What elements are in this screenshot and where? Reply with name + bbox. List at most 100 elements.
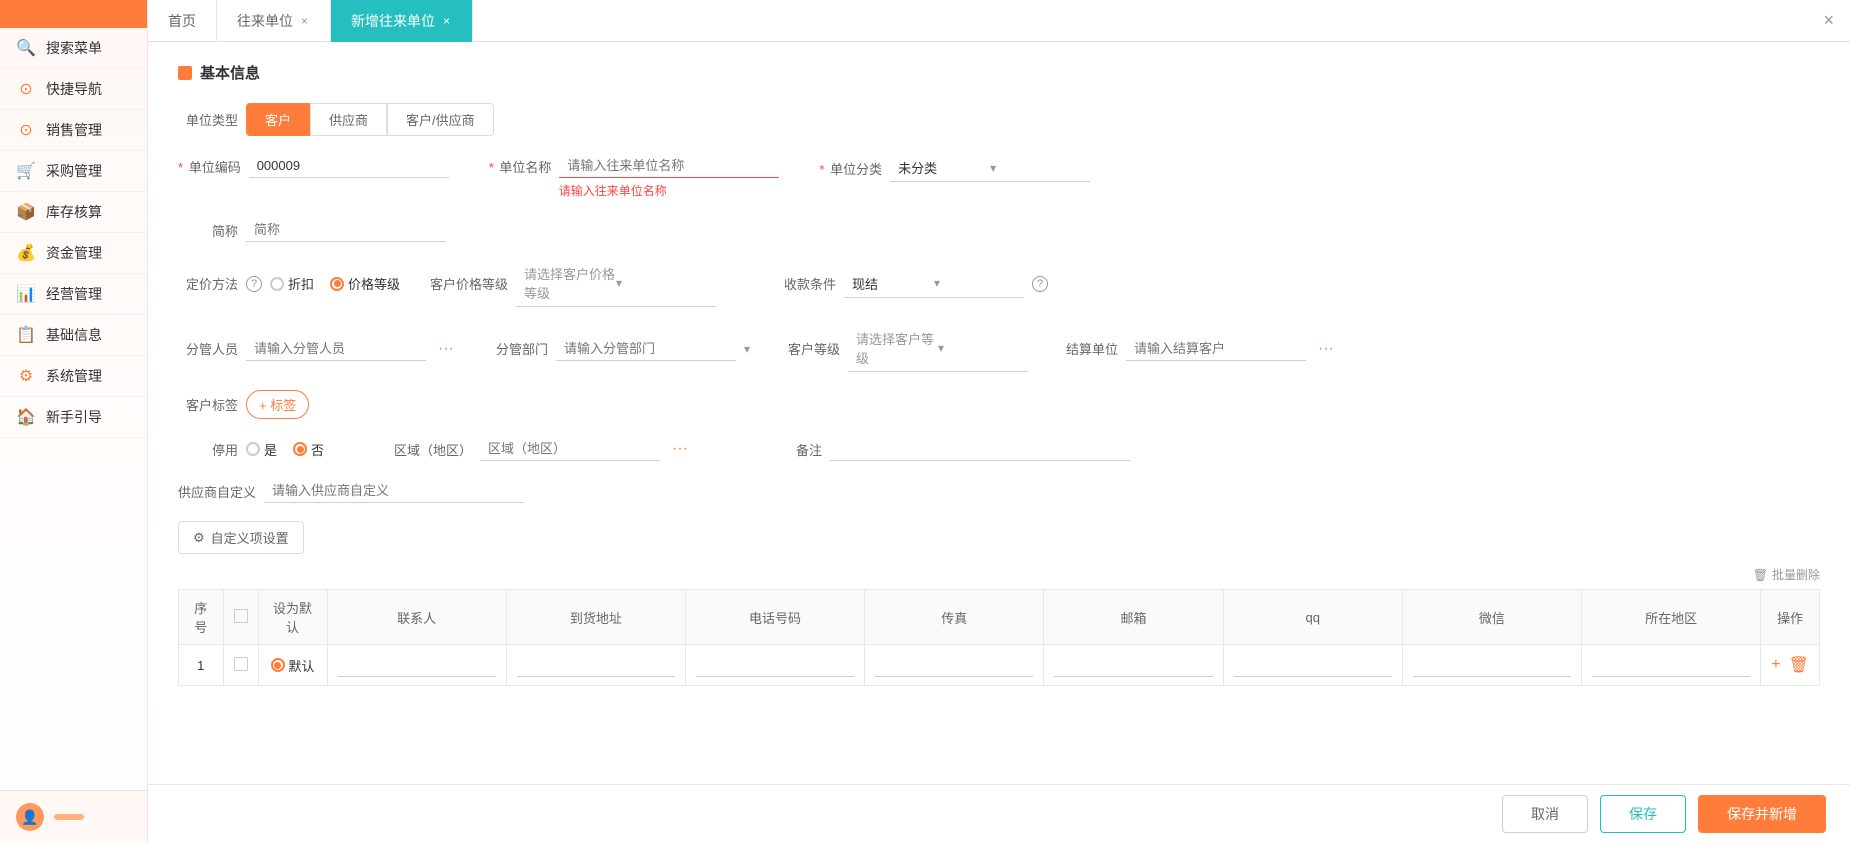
tab-home[interactable]: 首页 <box>148 0 217 42</box>
email-input[interactable] <box>1054 653 1212 677</box>
manager-more-icon[interactable]: ··· <box>434 340 458 358</box>
unit-type-btn-supplier[interactable]: 供应商 <box>310 103 387 136</box>
tab-partners[interactable]: 往来单位 × <box>217 0 331 42</box>
sidebar-item-inventory[interactable]: 📦 库存核算 <box>0 192 147 233</box>
pricing-method-label: 定价方法 <box>178 274 238 293</box>
sidebar-item-operations[interactable]: 📊 经营管理 <box>0 274 147 315</box>
customer-level-label: 客户等级 <box>780 339 840 358</box>
region-input[interactable] <box>480 437 660 461</box>
wechat-input[interactable] <box>1413 653 1571 677</box>
manager-row: 分管人员 ··· 分管部门 ▾ 客户等级 请选择客户等级 ▾ 结算单位 ··· <box>178 325 1820 372</box>
td-region[interactable] <box>1582 645 1761 686</box>
td-default: 默认 <box>258 645 327 686</box>
td-address[interactable] <box>506 645 685 686</box>
contacts-table: 序号 设为默认 联系人 到货地址 电话号码 传真 邮箱 qq 微信 所在地区 <box>178 589 1820 686</box>
pricing-help-icon[interactable]: ? <box>246 276 262 292</box>
td-contact[interactable] <box>327 645 506 686</box>
unit-type-row: 单位类型 客户 供应商 客户/供应商 <box>178 103 1820 136</box>
disable-radio-yes[interactable]: 是 <box>246 440 277 459</box>
delete-row-icon[interactable]: 🗑 <box>1789 655 1809 675</box>
fax-input[interactable] <box>875 653 1033 677</box>
dept-input[interactable] <box>556 337 736 361</box>
sidebar-item-label: 采购管理 <box>46 161 102 181</box>
pricing-radio-level[interactable]: 价格等级 <box>330 274 400 293</box>
tab-partners-close[interactable]: × <box>299 14 310 28</box>
close-all-tabs[interactable]: × <box>1807 0 1850 42</box>
sidebar-item-label: 系统管理 <box>46 366 102 386</box>
sidebar-item-sales[interactable]: ⊙ 销售管理 <box>0 110 147 151</box>
dept-arrow-icon: ▾ <box>744 342 750 356</box>
unit-category-select[interactable]: 未分类 ▾ <box>890 154 1090 182</box>
tab-add-partner-close[interactable]: × <box>441 14 452 28</box>
delete-icon: 🗑 <box>1753 568 1768 582</box>
section-title: 基本信息 <box>178 62 1820 83</box>
region-more-icon[interactable]: ··· <box>668 440 692 458</box>
pricing-radio-discount[interactable]: 折扣 <box>270 274 314 293</box>
batch-delete-button[interactable]: 🗑 批量删除 <box>178 566 1820 583</box>
dept-group: 分管部门 ▾ <box>488 337 750 361</box>
chevron-down-icon-4: ▾ <box>938 341 1020 355</box>
td-wechat[interactable] <box>1402 645 1581 686</box>
unit-type-btn-both[interactable]: 客户/供应商 <box>387 103 494 136</box>
settlement-more-icon[interactable]: ··· <box>1314 340 1338 358</box>
phone-input[interactable] <box>696 653 854 677</box>
cancel-button[interactable]: 取消 <box>1502 795 1588 833</box>
price-level-select[interactable]: 请选择客户价格等级 ▾ <box>516 260 716 307</box>
save-new-button[interactable]: 保存并新增 <box>1698 795 1826 833</box>
payment-terms-select[interactable]: 现结 ▾ <box>844 270 1024 298</box>
tab-add-partner-label: 新增往来单位 <box>351 11 435 31</box>
disable-radio-no[interactable]: 否 <box>293 440 324 459</box>
sidebar-item-search[interactable]: 🔍 搜索菜单 <box>0 28 147 69</box>
supplier-custom-label: 供应商自定义 <box>178 482 256 501</box>
custom-settings-button[interactable]: ⚙ 自定义项设置 <box>178 521 304 554</box>
qq-input[interactable] <box>1234 653 1392 677</box>
unit-type-btn-customer[interactable]: 客户 <box>246 103 310 136</box>
purchase-icon: 🛒 <box>16 161 36 181</box>
sidebar-item-label: 新手引导 <box>46 407 102 427</box>
tab-add-partner[interactable]: 新增往来单位 × <box>331 0 473 42</box>
td-qq[interactable] <box>1223 645 1402 686</box>
content-area: 基本信息 单位类型 客户 供应商 客户/供应商 * 单位编码 <box>148 42 1850 784</box>
unit-type-group: 单位类型 客户 供应商 客户/供应商 <box>178 103 494 136</box>
table-region-input[interactable] <box>1592 653 1750 677</box>
payment-help-icon[interactable]: ? <box>1032 276 1048 292</box>
price-level-label: 客户价格等级 <box>430 274 508 293</box>
address-input[interactable] <box>517 653 675 677</box>
td-fax[interactable] <box>865 645 1044 686</box>
sidebar-item-quick-nav[interactable]: ⊙ 快捷导航 <box>0 69 147 110</box>
row-actions: + 🗑 <box>1771 655 1809 675</box>
radio-circle-level <box>330 277 344 291</box>
sidebar-item-purchase[interactable]: 🛒 采购管理 <box>0 151 147 192</box>
row-checkbox[interactable] <box>234 657 248 671</box>
unit-code-input[interactable] <box>249 154 449 178</box>
payment-terms-label: 收款条件 <box>776 274 836 293</box>
manager-input[interactable] <box>246 337 426 361</box>
customer-level-select[interactable]: 请选择客户等级 ▾ <box>848 325 1028 372</box>
td-email[interactable] <box>1044 645 1223 686</box>
unit-name-input[interactable] <box>559 154 779 178</box>
add-tag-button[interactable]: + 标签 <box>246 390 309 419</box>
sidebar-item-system[interactable]: ⚙ 系统管理 <box>0 356 147 397</box>
short-name-input[interactable] <box>246 218 446 242</box>
td-phone[interactable] <box>685 645 864 686</box>
chevron-down-icon-3: ▾ <box>934 276 1016 290</box>
settlement-input[interactable] <box>1126 337 1306 361</box>
system-icon: ⚙ <box>16 366 36 386</box>
region-label: 区域（地区） <box>394 440 472 459</box>
contact-input[interactable] <box>338 653 496 677</box>
sidebar-bar <box>54 814 84 820</box>
remark-input[interactable] <box>830 437 1130 461</box>
add-row-icon[interactable]: + <box>1771 656 1780 674</box>
default-radio[interactable]: 默认 <box>269 656 317 675</box>
th-no: 序号 <box>179 590 224 645</box>
th-action: 操作 <box>1761 590 1820 645</box>
sidebar-item-guide[interactable]: 🏠 新手引导 <box>0 397 147 438</box>
sidebar-item-label: 销售管理 <box>46 120 102 140</box>
sidebar-item-basic[interactable]: 📋 基础信息 <box>0 315 147 356</box>
customer-level-group: 客户等级 请选择客户等级 ▾ <box>780 325 1028 372</box>
code-name-category-row: * 单位编码 * 单位名称 请输入往来单位名称 <box>178 154 1820 200</box>
supplier-custom-input[interactable] <box>264 479 524 503</box>
sidebar-item-finance[interactable]: 💰 资金管理 <box>0 233 147 274</box>
header-checkbox[interactable] <box>234 609 248 623</box>
save-button[interactable]: 保存 <box>1600 795 1686 833</box>
